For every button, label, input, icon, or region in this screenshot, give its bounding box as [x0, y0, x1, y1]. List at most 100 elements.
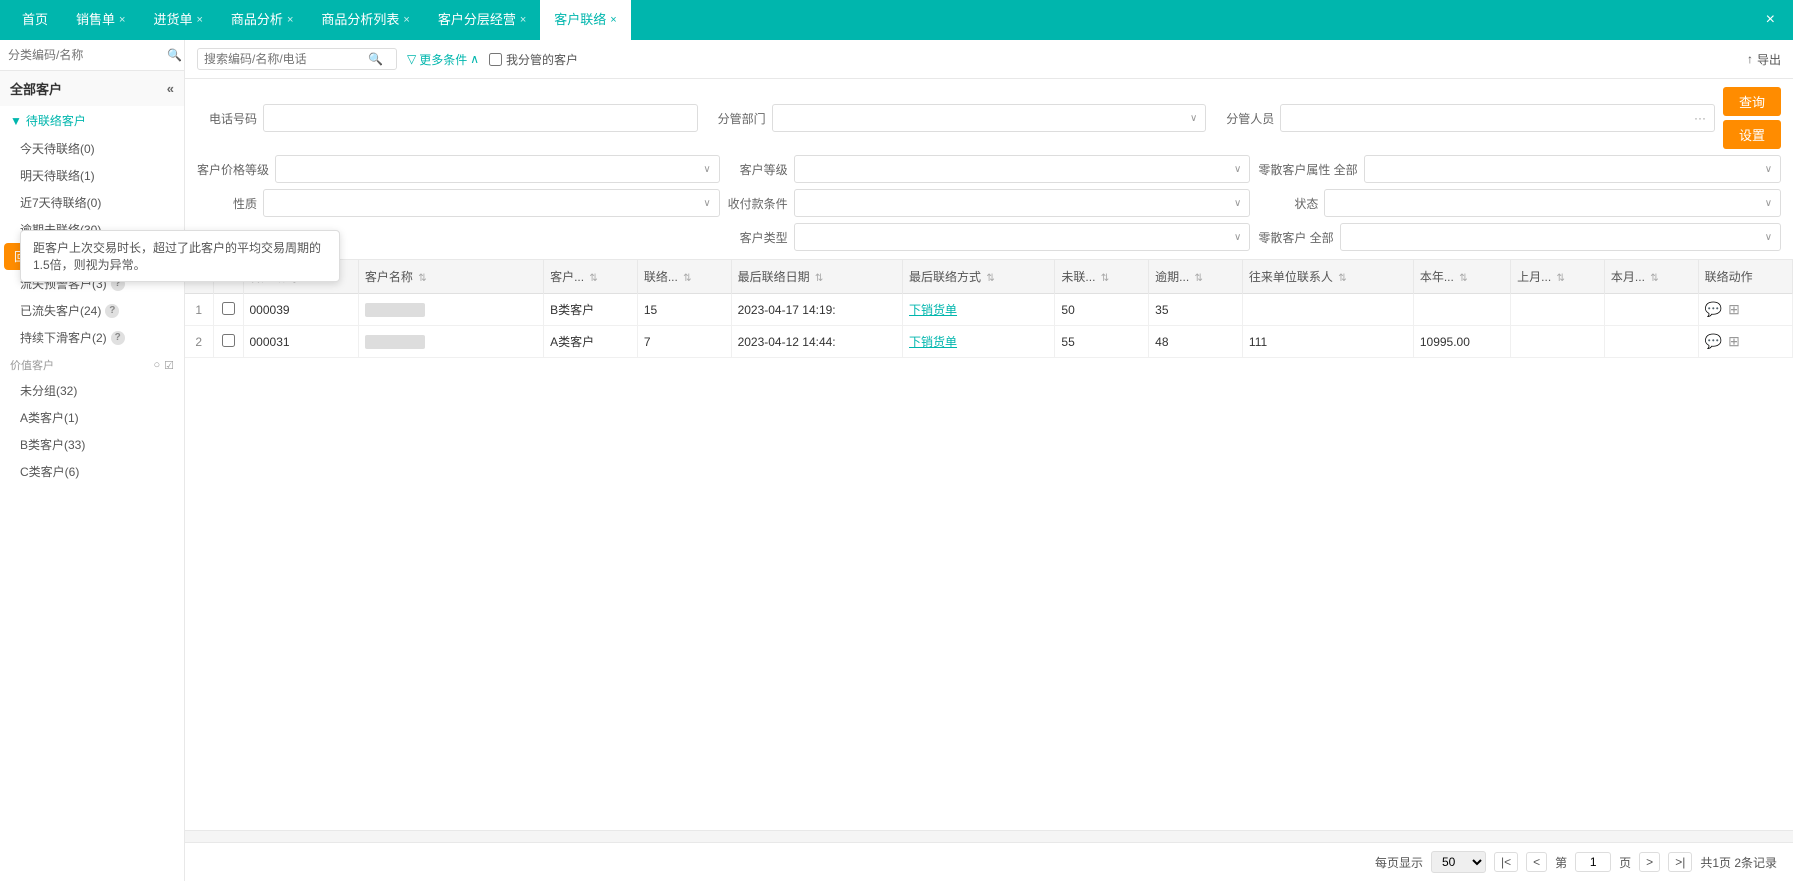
nav-analysis-close-icon[interactable]: ×: [287, 0, 293, 40]
filter-search-icon[interactable]: 🔍: [368, 52, 383, 66]
row-1-last-month: [1511, 294, 1605, 326]
filter-select-customer-type[interactable]: ∨: [794, 223, 1251, 251]
edit-icon[interactable]: ○: [153, 359, 160, 372]
nav-analysis-list-close-icon[interactable]: ×: [403, 0, 409, 40]
customer-table-container[interactable]: ⚙ 客户编码 ⇅ 客户名称 ⇅: [185, 260, 1793, 830]
filter-select-payment[interactable]: ∨: [794, 189, 1251, 217]
filter-field-dept: 分管部门 ∨: [706, 104, 1207, 132]
filter-field-customer-type: 客户类型 ∨: [728, 223, 1251, 251]
page-unit: 页: [1619, 854, 1631, 871]
filter-row-2: 客户价格等级 ∨ 客户等级 ∨ 零散客户属性 全部: [197, 155, 1781, 183]
nav-purchase-close-icon[interactable]: ×: [196, 0, 202, 40]
sidebar-item-churned[interactable]: 已流失客户(24) ?: [0, 297, 184, 324]
chevron-down-icon-8: ∨: [1234, 232, 1241, 243]
filter-icon: ▽: [407, 52, 416, 66]
sidebar-item-ungrouped[interactable]: 未分组(32): [0, 377, 184, 404]
filter-search-input[interactable]: [204, 52, 364, 66]
col-type[interactable]: 客户... ⇅: [544, 260, 638, 294]
nav-purchase[interactable]: 进货单 ×: [139, 0, 216, 40]
sidebar-collapse-icon[interactable]: «: [167, 81, 174, 96]
nav-customer-contact-close-icon[interactable]: ×: [610, 0, 616, 40]
query-button[interactable]: 查询: [1723, 87, 1781, 116]
page-number-input[interactable]: [1575, 852, 1611, 872]
my-customers-checkbox[interactable]: [489, 53, 502, 66]
nav-customer-segment-close-icon[interactable]: ×: [520, 0, 526, 40]
row-1-checkbox[interactable]: [222, 302, 235, 315]
filter-select-person[interactable]: ···: [1280, 104, 1715, 132]
filter-select-dept[interactable]: ∨: [772, 104, 1207, 132]
filter-label-customer-level: 客户等级: [728, 161, 788, 178]
row-num-2: 2: [185, 326, 213, 358]
nav-home[interactable]: 首页: [8, 0, 62, 40]
table-header-row: ⚙ 客户编码 ⇅ 客户名称 ⇅: [185, 260, 1793, 294]
sidebar-search-area: 🔍: [0, 40, 184, 71]
col-this-year[interactable]: 本年... ⇅: [1413, 260, 1510, 294]
blurred-name-1: [365, 303, 425, 317]
prev-page-button[interactable]: <: [1526, 852, 1547, 872]
sidebar-item-a-class[interactable]: A类客户(1): [0, 404, 184, 431]
col-unreached[interactable]: 未联... ⇅: [1055, 260, 1149, 294]
col-last-method[interactable]: 最后联络方式 ⇅: [903, 260, 1055, 294]
filter-input-phone[interactable]: [263, 104, 698, 132]
filter-more-conditions[interactable]: ▽ 更多条件 ∧: [407, 51, 479, 68]
sidebar-group-pending-contact[interactable]: ▼ 待联络客户: [0, 106, 184, 135]
col-last-month[interactable]: 上月... ⇅: [1511, 260, 1605, 294]
filter-select-status[interactable]: ∨: [1324, 189, 1781, 217]
filter-field-gender: 性质 ∨: [197, 189, 720, 217]
row-checkbox-1[interactable]: [213, 294, 243, 326]
message-icon-1[interactable]: 💬: [1705, 301, 1722, 318]
nav-customer-segment[interactable]: 客户分层经营 ×: [424, 0, 540, 40]
sidebar-item-today-contact[interactable]: 今天待联络(0): [0, 135, 184, 162]
col-contact[interactable]: 联络... ⇅: [637, 260, 731, 294]
col-unit-contacts[interactable]: 往来单位联系人 ⇅: [1242, 260, 1413, 294]
sidebar-item-c-class[interactable]: C类客户(6): [0, 458, 184, 485]
grid-icon-2[interactable]: ⊞: [1728, 333, 1740, 350]
nav-customer-contact[interactable]: 客户联络 ×: [540, 0, 630, 40]
row-checkbox-2[interactable]: [213, 326, 243, 358]
nav-sales[interactable]: 销售单 ×: [62, 0, 139, 40]
sort-icon-unreached: ⇅: [1101, 273, 1109, 284]
col-name[interactable]: 客户名称 ⇅: [358, 260, 543, 294]
filter-select-customer-level[interactable]: ∨: [794, 155, 1251, 183]
my-customers-filter[interactable]: 我分管的客户: [489, 51, 578, 68]
filter-grid: 电话号码 分管部门 ∨ 分管人员 ···: [185, 79, 1793, 260]
row-2-last-method[interactable]: 下销货单: [903, 326, 1055, 358]
nav-sales-close-icon[interactable]: ×: [119, 0, 125, 40]
sidebar-item-7days-contact[interactable]: 近7天待联络(0): [0, 189, 184, 216]
last-page-button[interactable]: >|: [1668, 852, 1692, 872]
row-2-checkbox[interactable]: [222, 334, 235, 347]
filter-select-retail-customer[interactable]: ∨: [1340, 223, 1781, 251]
sidebar-item-tomorrow-contact[interactable]: 明天待联络(1): [0, 162, 184, 189]
sidebar-item-b-class[interactable]: B类客户(33): [0, 431, 184, 458]
all-customers-label: 全部客户: [10, 79, 62, 98]
row-1-last-method[interactable]: 下销货单: [903, 294, 1055, 326]
sidebar-search-input[interactable]: [8, 48, 163, 62]
chevron-down-icon-5: ∨: [703, 198, 710, 209]
pagination-bar: 每页显示 50 100 200 |< < 第 页 > >| 共1页 2条记录: [185, 842, 1793, 881]
settings-button[interactable]: 设置: [1723, 120, 1781, 149]
window-close-button[interactable]: ×: [1756, 11, 1785, 29]
settings-icon[interactable]: ☑: [164, 359, 174, 372]
next-page-button[interactable]: >: [1639, 852, 1660, 872]
col-overdue[interactable]: 逾期... ⇅: [1149, 260, 1243, 294]
customer-table: ⚙ 客户编码 ⇅ 客户名称 ⇅: [185, 260, 1793, 358]
sort-icon-this-year: ⇅: [1459, 273, 1467, 284]
col-last-date[interactable]: 最后联络日期 ⇅: [731, 260, 902, 294]
horizontal-scrollbar[interactable]: [185, 830, 1793, 842]
filter-select-gender[interactable]: ∨: [263, 189, 720, 217]
nav-analysis[interactable]: 商品分析 ×: [217, 0, 307, 40]
first-page-button[interactable]: |<: [1494, 852, 1518, 872]
blurred-name-2: [365, 335, 425, 349]
grid-icon-1[interactable]: ⊞: [1728, 301, 1740, 318]
per-page-select[interactable]: 50 100 200: [1431, 851, 1486, 873]
sidebar-search-icon[interactable]: 🔍: [167, 48, 182, 62]
filter-select-price-level[interactable]: ∨: [275, 155, 720, 183]
filter-select-retail-attr[interactable]: ∨: [1364, 155, 1781, 183]
export-button[interactable]: ↑ 导出: [1747, 51, 1781, 68]
nav-analysis-list[interactable]: 商品分析列表 ×: [307, 0, 423, 40]
row-2-unit-contacts: 111: [1242, 326, 1413, 358]
message-icon-2[interactable]: 💬: [1705, 333, 1722, 350]
col-this-month[interactable]: 本月... ⇅: [1604, 260, 1698, 294]
row-2-this-year: 10995.00: [1413, 326, 1510, 358]
sidebar-item-declining[interactable]: 持续下滑客户(2) ?: [0, 324, 184, 351]
